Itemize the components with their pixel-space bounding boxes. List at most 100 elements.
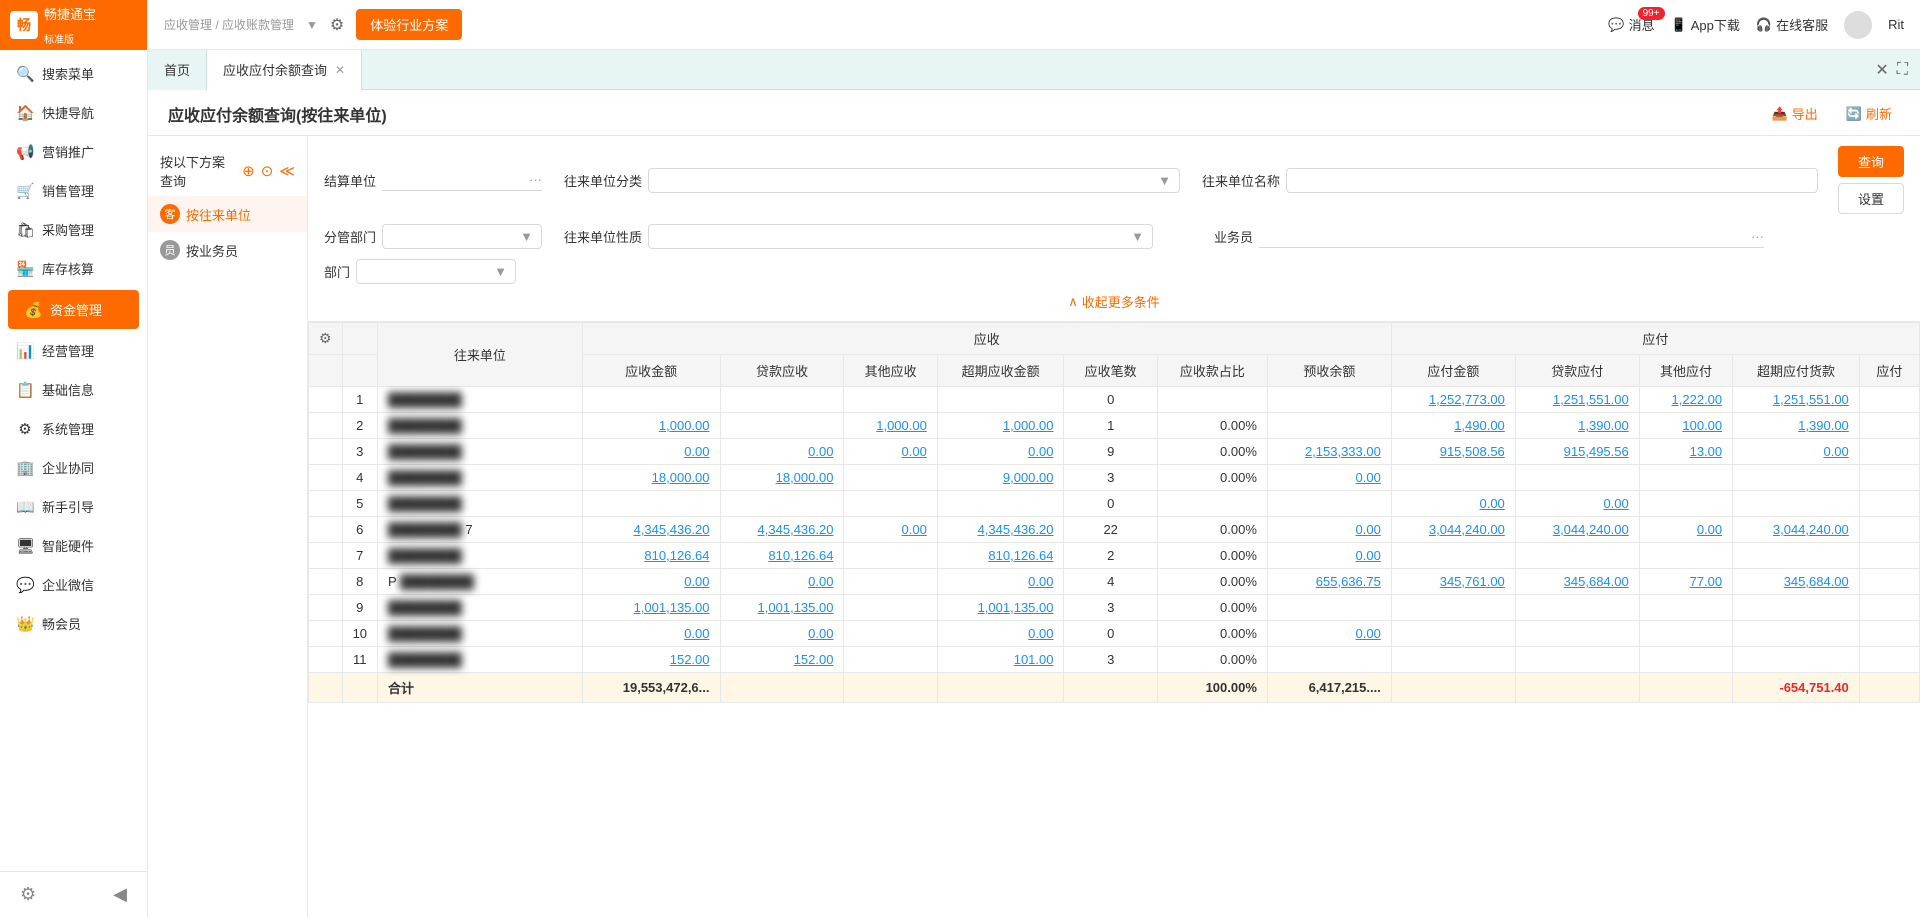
cell-ap-other[interactable]: 77.00 <box>1639 569 1732 595</box>
cell-ar-overdue[interactable] <box>937 387 1064 413</box>
cell-ar-amount[interactable]: 0.00 <box>582 569 720 595</box>
cell-ap-loan[interactable]: 3,044,240.00 <box>1515 517 1639 543</box>
promo-button[interactable]: 体验行业方案 <box>356 9 462 40</box>
cell-ar-other[interactable]: 1,000.00 <box>844 413 937 439</box>
cell-ar-amount[interactable]: 152.00 <box>582 647 720 673</box>
cell-ar-overdue[interactable]: 1,000.00 <box>937 413 1064 439</box>
cell-ar-amount[interactable]: 1,000.00 <box>582 413 720 439</box>
cell-ar-overdue[interactable]: 0.00 <box>937 569 1064 595</box>
scheme-by-partner[interactable]: 客 按往来单位 <box>148 196 307 232</box>
scheme-collapse-icon[interactable]: ≪ <box>279 162 295 180</box>
online-service-button[interactable]: 🎧 在线客服 <box>1756 15 1828 34</box>
sidebar-item-marketing[interactable]: 📢 营销推广 <box>0 132 147 171</box>
cell-ap-loan[interactable]: 1,390.00 <box>1515 413 1639 439</box>
cell-ap-overdue[interactable]: 345,684.00 <box>1733 569 1860 595</box>
export-button[interactable]: 📤 导出 <box>1764 100 1826 127</box>
settlement-unit-input-wrap[interactable]: ··· <box>382 169 542 191</box>
cell-ar-other[interactable]: 0.00 <box>844 517 937 543</box>
cell-prepay[interactable]: 0.00 <box>1267 543 1391 569</box>
sidebar-item-quick-nav[interactable]: 🏠 快捷导航 <box>0 93 147 132</box>
cell-ar-amount[interactable]: 18,000.00 <box>582 465 720 491</box>
salesperson-dots[interactable]: ··· <box>1751 229 1764 244</box>
cell-ar-overdue[interactable]: 810,126.64 <box>937 543 1064 569</box>
sidebar-item-inventory[interactable]: 🏪 库存核算 <box>0 249 147 288</box>
table-settings-icon[interactable]: ⚙ <box>319 330 332 346</box>
sidebar-item-guide[interactable]: 📖 新手引导 <box>0 487 147 526</box>
partner-category-select[interactable]: ▼ <box>648 168 1180 193</box>
managing-dept-select[interactable]: ▼ <box>382 224 542 249</box>
sidebar-item-enterprise[interactable]: 🏢 企业协同 <box>0 448 147 487</box>
cell-ar-overdue[interactable]: 101.00 <box>937 647 1064 673</box>
cell-ar-amount[interactable] <box>582 387 720 413</box>
sidebar-item-search[interactable]: 🔍 搜索菜单 <box>0 54 147 93</box>
cell-ar-loan[interactable]: 0.00 <box>720 439 844 465</box>
partner-name-input[interactable] <box>1286 168 1818 193</box>
cell-ap-loan[interactable]: 915,495.56 <box>1515 439 1639 465</box>
sidebar-item-basic-info[interactable]: 📋 基础信息 <box>0 370 147 409</box>
cell-ap-other[interactable]: 1,222.00 <box>1639 387 1732 413</box>
cell-ar-overdue[interactable]: 9,000.00 <box>937 465 1064 491</box>
cell-ar-other[interactable] <box>844 387 937 413</box>
scheme-settings-icon[interactable]: ⊙ <box>261 162 274 180</box>
partner-nature-select[interactable]: ▼ <box>648 224 1153 249</box>
refresh-button[interactable]: 🔄 刷新 <box>1838 100 1900 127</box>
tab-home[interactable]: 首页 <box>148 50 207 90</box>
salesperson-input-wrap[interactable]: ··· <box>1259 226 1764 248</box>
cell-prepay[interactable]: 655,636.75 <box>1267 569 1391 595</box>
cell-ap-loan[interactable]: 345,684.00 <box>1515 569 1639 595</box>
scheme-by-salesperson[interactable]: 员 按业务员 <box>148 232 307 268</box>
sidebar-item-hardware[interactable]: 🖥 智能硬件 <box>0 526 147 565</box>
breadcrumb-chevron[interactable]: ▼ <box>306 18 318 32</box>
cell-prepay[interactable]: 0.00 <box>1267 621 1391 647</box>
sidebar-item-sales[interactable]: 🛒 销售管理 <box>0 171 147 210</box>
cell-ar-overdue[interactable]: 4,345,436.20 <box>937 517 1064 543</box>
app-download-button[interactable]: 📱 App下载 <box>1671 15 1740 34</box>
settlement-unit-dots[interactable]: ··· <box>529 172 542 187</box>
cell-ap-other[interactable]: 0.00 <box>1639 517 1732 543</box>
cell-ar-amount[interactable]: 1,001,135.00 <box>582 595 720 621</box>
cell-ar-overdue[interactable]: 0.00 <box>937 439 1064 465</box>
username[interactable]: Rit <box>1888 17 1904 32</box>
cell-ar-loan[interactable]: 0.00 <box>720 569 844 595</box>
cell-prepay[interactable]: 0.00 <box>1267 517 1391 543</box>
sidebar-item-member[interactable]: 👑 畅会员 <box>0 604 147 643</box>
sidebar-gear-button[interactable]: ⚙ <box>20 884 36 905</box>
sidebar-item-finance[interactable]: 💰 资金管理 <box>8 290 139 329</box>
cell-ap-amount[interactable]: 1,252,773.00 <box>1391 387 1515 413</box>
cell-ar-loan[interactable]: 810,126.64 <box>720 543 844 569</box>
sidebar-item-purchase[interactable]: 🛍 采购管理 <box>0 210 147 249</box>
cell-ap-loan[interactable]: 0.00 <box>1515 491 1639 517</box>
sidebar-collapse-button[interactable]: ◀ <box>113 884 127 905</box>
cell-ar-other[interactable] <box>844 465 937 491</box>
message-button[interactable]: 💬 消息 99+ <box>1608 15 1654 34</box>
cell-ar-loan[interactable]: 1,001,135.00 <box>720 595 844 621</box>
tab-close-icon[interactable]: ✕ <box>335 63 345 77</box>
sidebar-item-system[interactable]: ⚙ 系统管理 <box>0 409 147 448</box>
header-gear-icon[interactable]: ⚙ <box>330 15 344 35</box>
cell-ar-amount[interactable]: 810,126.64 <box>582 543 720 569</box>
cell-prepay[interactable]: 2,153,333.00 <box>1267 439 1391 465</box>
cell-ap-overdue[interactable]: 1,251,551.00 <box>1733 387 1860 413</box>
cell-ar-overdue[interactable]: 0.00 <box>937 621 1064 647</box>
cell-prepay[interactable] <box>1267 387 1391 413</box>
cell-ar-loan[interactable]: 0.00 <box>720 621 844 647</box>
cell-ar-overdue[interactable]: 1,001,135.00 <box>937 595 1064 621</box>
cell-prepay[interactable] <box>1267 413 1391 439</box>
cell-prepay[interactable]: 0.00 <box>1267 465 1391 491</box>
tab-fullscreen-icon[interactable]: ⛶ <box>1897 61 1908 79</box>
cell-ap-amount[interactable]: 345,761.00 <box>1391 569 1515 595</box>
tab-query[interactable]: 应收应付余额查询 ✕ <box>207 50 362 90</box>
cell-ar-loan[interactable] <box>720 413 844 439</box>
sidebar-item-operation[interactable]: 📊 经营管理 <box>0 331 147 370</box>
cell-ar-other[interactable]: 0.00 <box>844 439 937 465</box>
cell-ar-loan[interactable] <box>720 387 844 413</box>
query-button[interactable]: 查询 <box>1838 146 1904 177</box>
cell-ap-amount[interactable]: 0.00 <box>1391 491 1515 517</box>
cell-ap-loan[interactable]: 1,251,551.00 <box>1515 387 1639 413</box>
cell-ap-other[interactable]: 100.00 <box>1639 413 1732 439</box>
collapse-more-button[interactable]: ∧ 收起更多条件 <box>324 292 1904 311</box>
cell-ar-loan[interactable]: 4,345,436.20 <box>720 517 844 543</box>
cell-ap-overdue[interactable]: 0.00 <box>1733 439 1860 465</box>
cell-ar-loan[interactable]: 18,000.00 <box>720 465 844 491</box>
cell-ap-amount[interactable]: 915,508.56 <box>1391 439 1515 465</box>
